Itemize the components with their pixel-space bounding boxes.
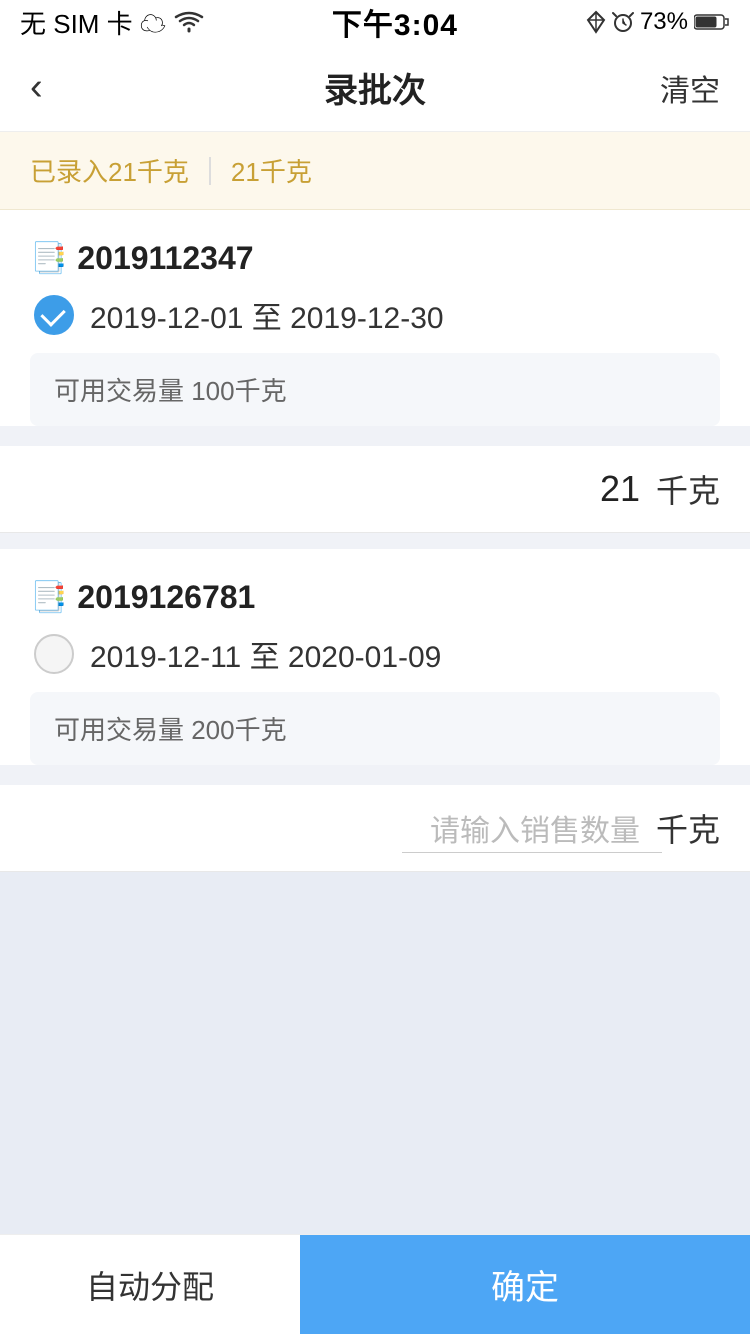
nav-bar: ‹ 录批次 清空 bbox=[0, 44, 750, 132]
location-icon bbox=[586, 10, 606, 34]
status-right: 73% bbox=[586, 8, 730, 36]
batch-2-icon: 📑 bbox=[30, 580, 67, 615]
info-banner: 已录入21千克 21千克 bbox=[0, 132, 750, 210]
batch-1-date: 2019-12-01 至 2019-12-30 bbox=[90, 293, 444, 337]
recorded-amount-label: 已录入21千克 bbox=[30, 152, 189, 189]
page-title: 录批次 bbox=[324, 63, 426, 112]
batch-item-1: 📑 2019112347 2019-12-01 至 2019-12-30 可用交… bbox=[0, 210, 750, 426]
batch-1-amount-row: 千克 bbox=[0, 446, 750, 533]
batch-2-id: 2019126781 bbox=[77, 579, 255, 616]
recorded-amount-value: 21千克 bbox=[231, 152, 312, 189]
batch-1-icon: 📑 bbox=[30, 241, 67, 276]
batch-2-unit: 千克 bbox=[656, 805, 720, 851]
batch-1-row: 2019-12-01 至 2019-12-30 bbox=[30, 293, 720, 337]
empty-area bbox=[0, 872, 750, 1272]
batch-1-availability: 可用交易量 100千克 bbox=[30, 353, 720, 426]
batch-1-id: 2019112347 bbox=[77, 240, 253, 277]
sim-label: 无 SIM 卡 ☁ bbox=[20, 4, 166, 41]
wifi-icon bbox=[174, 11, 204, 33]
batch-2-row: 2019-12-11 至 2020-01-09 bbox=[30, 632, 720, 676]
back-button[interactable]: ‹ bbox=[30, 66, 90, 109]
batch-2-availability: 可用交易量 200千克 bbox=[30, 692, 720, 765]
bottom-bar: 自动分配 确定 bbox=[0, 1234, 750, 1334]
batch-1-header: 📑 2019112347 bbox=[30, 240, 720, 277]
batch-2-date: 2019-12-11 至 2020-01-09 bbox=[90, 632, 441, 676]
batch-2-header: 📑 2019126781 bbox=[30, 579, 720, 616]
batch-2-qty-row: 请输入销售数量 千克 bbox=[0, 785, 750, 872]
auto-distribute-button[interactable]: 自动分配 bbox=[0, 1235, 300, 1334]
batch-2-qty-placeholder: 请输入销售数量 bbox=[430, 806, 640, 850]
qty-underline bbox=[402, 852, 662, 853]
batch-1-radio[interactable] bbox=[34, 295, 74, 335]
batch-2-radio[interactable] bbox=[34, 634, 74, 674]
batch-item-2: 📑 2019126781 2019-12-11 至 2020-01-09 可用交… bbox=[0, 549, 750, 765]
clear-button[interactable]: 清空 bbox=[660, 66, 720, 110]
alarm-icon bbox=[612, 10, 634, 34]
status-bar: 无 SIM 卡 ☁ 下午3:04 73% bbox=[0, 0, 750, 44]
battery-icon bbox=[694, 13, 730, 31]
separator-1 bbox=[0, 533, 750, 549]
batch-1-amount-input[interactable] bbox=[440, 468, 640, 510]
confirm-button[interactable]: 确定 bbox=[300, 1235, 750, 1334]
banner-divider bbox=[209, 157, 211, 185]
status-left: 无 SIM 卡 ☁ bbox=[20, 4, 204, 41]
batch-1-unit: 千克 bbox=[656, 466, 720, 512]
battery-percent: 73% bbox=[640, 8, 688, 36]
status-time: 下午3:04 bbox=[332, 0, 458, 44]
